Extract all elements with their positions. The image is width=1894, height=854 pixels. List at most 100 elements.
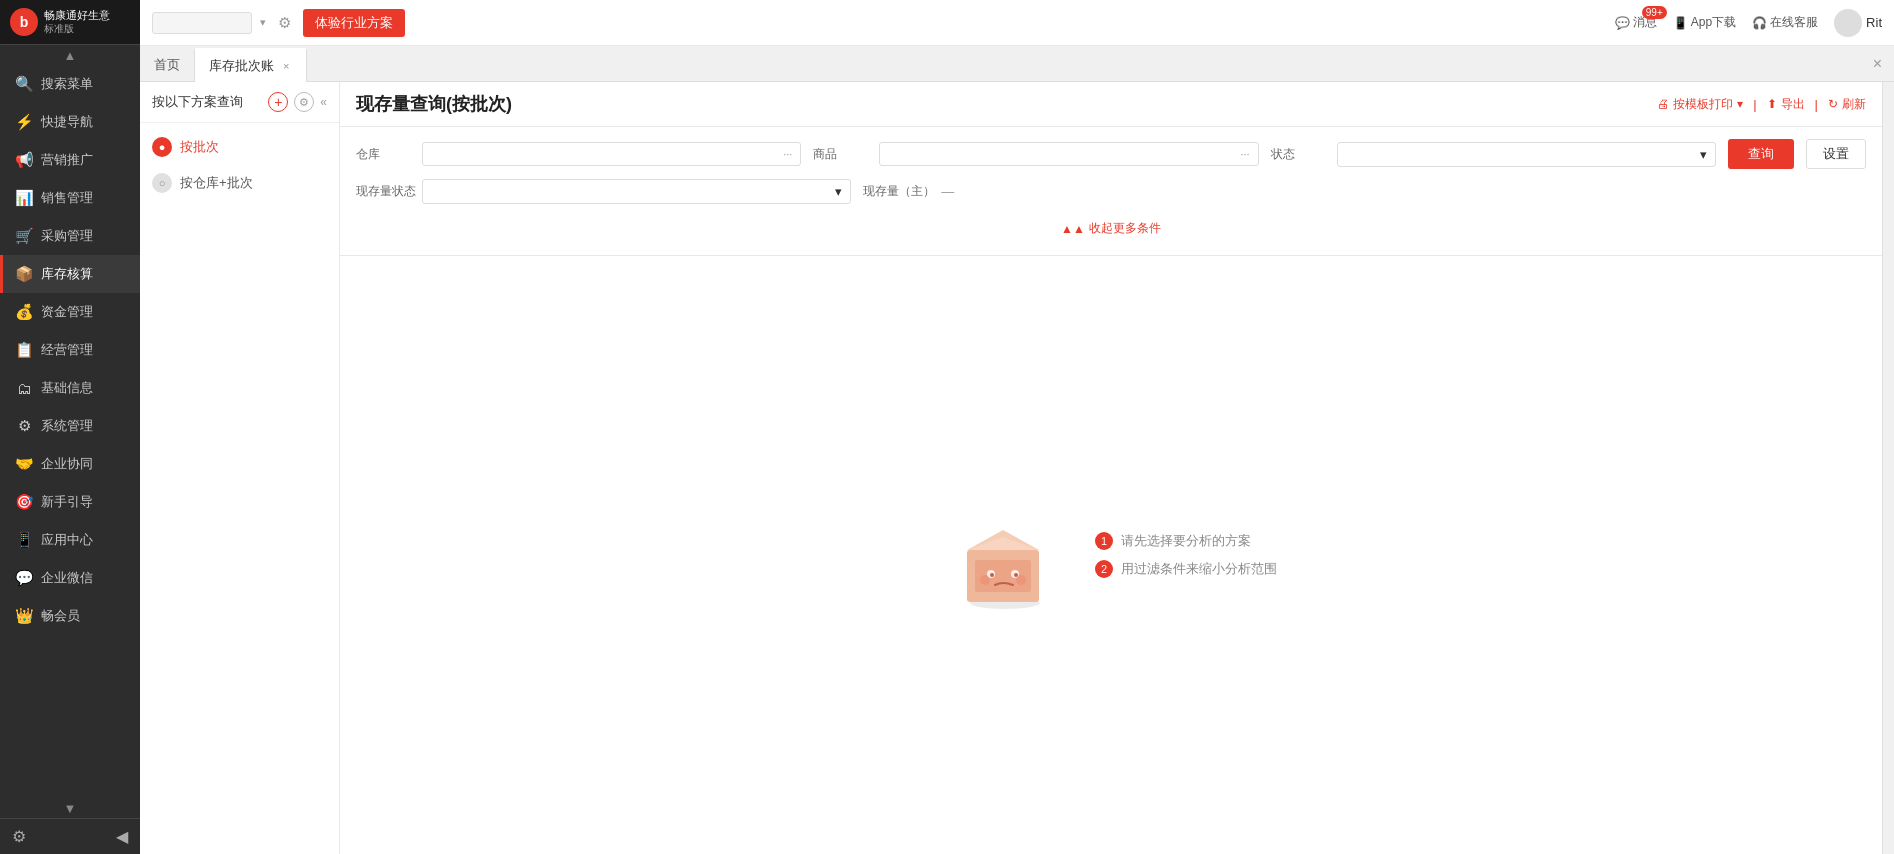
messages-badge: 99+	[1642, 6, 1667, 19]
product-input-wrap[interactable]: ···	[879, 142, 1258, 166]
sidebar-collapse-btn[interactable]: ◀	[116, 827, 128, 846]
filter-header: 按以下方案查询 + ⚙ «	[140, 82, 339, 123]
sidebar-item-operation[interactable]: 📋 经营管理	[0, 331, 140, 369]
app-download-label: App下载	[1691, 14, 1736, 31]
filter-warehouse-batch-icon: ○	[152, 173, 172, 193]
sidebar-settings-btn[interactable]: ⚙	[12, 827, 26, 846]
settings-btn[interactable]: 设置	[1806, 139, 1866, 169]
filter-batch-label: 按批次	[180, 138, 219, 156]
newbie-icon: 🎯	[15, 493, 33, 511]
wechat-icon: 💬	[15, 569, 33, 587]
warehouse-label: 仓库	[356, 146, 416, 163]
page-title: 现存量查询(按批次)	[356, 92, 512, 116]
panel-close-btn[interactable]: ×	[1861, 55, 1894, 73]
system-icon: ⚙	[15, 417, 33, 435]
sidebar-item-search[interactable]: 🔍 搜索菜单	[0, 65, 140, 103]
sidebar-item-shortcut[interactable]: ⚡ 快捷导航	[0, 103, 140, 141]
print-label: 按模板打印	[1673, 96, 1733, 113]
filter-item-warehouse-batch[interactable]: ○ 按仓库+批次	[140, 165, 339, 201]
filter-list: ● 按批次 ○ 按仓库+批次	[140, 123, 339, 854]
empty-state: 1 请先选择要分析的方案 2 用过滤条件来缩小分析范围	[340, 256, 1882, 854]
user-avatar[interactable]: Rit	[1834, 9, 1882, 37]
product-input[interactable]	[888, 147, 1236, 161]
sidebar-item-sales[interactable]: 📊 销售管理	[0, 179, 140, 217]
empty-svg	[945, 495, 1065, 615]
headset-icon: 🎧	[1752, 16, 1767, 30]
sales-icon: 📊	[15, 189, 33, 207]
topbar-search-chevron[interactable]: ▾	[260, 16, 266, 29]
status-select[interactable]: ▾	[1337, 142, 1716, 167]
tab-home[interactable]: 首页	[140, 49, 195, 81]
warehouse-input-wrap[interactable]: ···	[422, 142, 801, 166]
tab-inventory-batch-close[interactable]: ×	[280, 59, 292, 73]
sidebar-item-shortcut-label: 快捷导航	[41, 113, 93, 131]
sidebar-logo: b	[10, 8, 38, 36]
export-btn[interactable]: ⬆ 导出	[1767, 96, 1805, 113]
query-btn[interactable]: 查询	[1728, 139, 1794, 169]
sidebar-item-purchase-label: 采购管理	[41, 227, 93, 245]
export-icon: ⬆	[1767, 97, 1777, 111]
right-scrollbar[interactable]	[1882, 82, 1894, 854]
collapse-more-label: 收起更多条件	[1089, 220, 1161, 237]
apps-icon: 📱	[15, 531, 33, 549]
trial-btn[interactable]: 体验行业方案	[303, 9, 405, 37]
product-more-btn[interactable]: ···	[1240, 148, 1249, 160]
messages-btn[interactable]: 💬 消息 99+	[1615, 14, 1657, 31]
sidebar-item-system[interactable]: ⚙ 系统管理	[0, 407, 140, 445]
print-btn[interactable]: 🖨 按模板打印 ▾	[1657, 96, 1743, 113]
sidebar-item-member[interactable]: 👑 畅会员	[0, 597, 140, 635]
sidebar-item-enterprise[interactable]: 🤝 企业协同	[0, 445, 140, 483]
sidebar-item-wechat[interactable]: 💬 企业微信	[0, 559, 140, 597]
hint-num-2: 2	[1095, 560, 1113, 578]
tabs-bar: 首页 库存批次账 × ×	[140, 46, 1894, 82]
svg-point-5	[990, 573, 994, 577]
sidebar-item-search-label: 搜索菜单	[41, 75, 93, 93]
filter-settings-btn[interactable]: ⚙	[294, 92, 314, 112]
warehouse-input[interactable]	[431, 147, 779, 161]
stock-qty-label: 现存量（主）	[863, 183, 935, 200]
avatar-circle	[1834, 9, 1862, 37]
sidebar-item-inventory[interactable]: 📦 库存核算	[0, 255, 140, 293]
app-download-btn[interactable]: 📱 App下载	[1673, 14, 1736, 31]
page-header: 现存量查询(按批次) 🖨 按模板打印 ▾ | ⬆ 导出 | ↻	[340, 82, 1882, 127]
print-chevron-icon[interactable]: ▾	[1737, 97, 1743, 111]
online-service-btn[interactable]: 🎧 在线客服	[1752, 14, 1818, 31]
message-icon: 💬	[1615, 16, 1630, 30]
warehouse-more-btn[interactable]: ···	[783, 148, 792, 160]
warehouse-field: 仓库 ···	[356, 142, 801, 166]
member-icon: 👑	[15, 607, 33, 625]
sidebar-item-finance-label: 资金管理	[41, 303, 93, 321]
filter-collapse-btn[interactable]: «	[320, 95, 327, 109]
stock-status-select[interactable]: ▾	[422, 179, 851, 204]
svg-point-7	[980, 575, 990, 585]
sidebar-item-basic-label: 基础信息	[41, 379, 93, 397]
status-chevron-icon: ▾	[1700, 147, 1707, 162]
topbar: ▾ ⚙ 体验行业方案 💬 消息 99+ 📱 App下载 🎧 在线客服 Rit	[140, 0, 1894, 46]
topbar-search-box[interactable]	[152, 12, 252, 34]
nav-scroll-down[interactable]: ▼	[0, 798, 140, 818]
tab-inventory-batch[interactable]: 库存批次账 ×	[195, 48, 307, 82]
svg-point-8	[1016, 575, 1026, 585]
sidebar-item-marketing[interactable]: 📢 营销推广	[0, 141, 140, 179]
sidebar-item-apps[interactable]: 📱 应用中心	[0, 521, 140, 559]
empty-illustration	[945, 495, 1065, 615]
sidebar-item-purchase[interactable]: 🛒 采购管理	[0, 217, 140, 255]
collapse-more-btn[interactable]: ▲▲ 收起更多条件	[356, 214, 1866, 243]
sidebar-item-finance[interactable]: 💰 资金管理	[0, 293, 140, 331]
topbar-search-input[interactable]	[161, 16, 231, 30]
form-row-2: 现存量状态 ▾ 现存量（主） —	[356, 179, 1866, 204]
sidebar-item-basic[interactable]: 🗂 基础信息	[0, 369, 140, 407]
filter-panel-title: 按以下方案查询	[152, 93, 243, 111]
sidebar-item-newbie[interactable]: 🎯 新手引导	[0, 483, 140, 521]
nav-scroll-up[interactable]: ▲	[0, 45, 140, 65]
phone-icon: 📱	[1673, 16, 1688, 30]
refresh-btn[interactable]: ↻ 刷新	[1828, 96, 1866, 113]
filter-add-btn[interactable]: +	[268, 92, 288, 112]
filter-item-batch[interactable]: ● 按批次	[140, 129, 339, 165]
filter-panel: 按以下方案查询 + ⚙ « ● 按批次 ○ 按仓库+批次	[140, 82, 340, 854]
refresh-label: 刷新	[1842, 96, 1866, 113]
filter-batch-icon: ●	[152, 137, 172, 157]
basic-icon: 🗂	[15, 379, 33, 397]
topbar-settings-icon[interactable]: ⚙	[274, 10, 295, 36]
sidebar-item-sales-label: 销售管理	[41, 189, 93, 207]
